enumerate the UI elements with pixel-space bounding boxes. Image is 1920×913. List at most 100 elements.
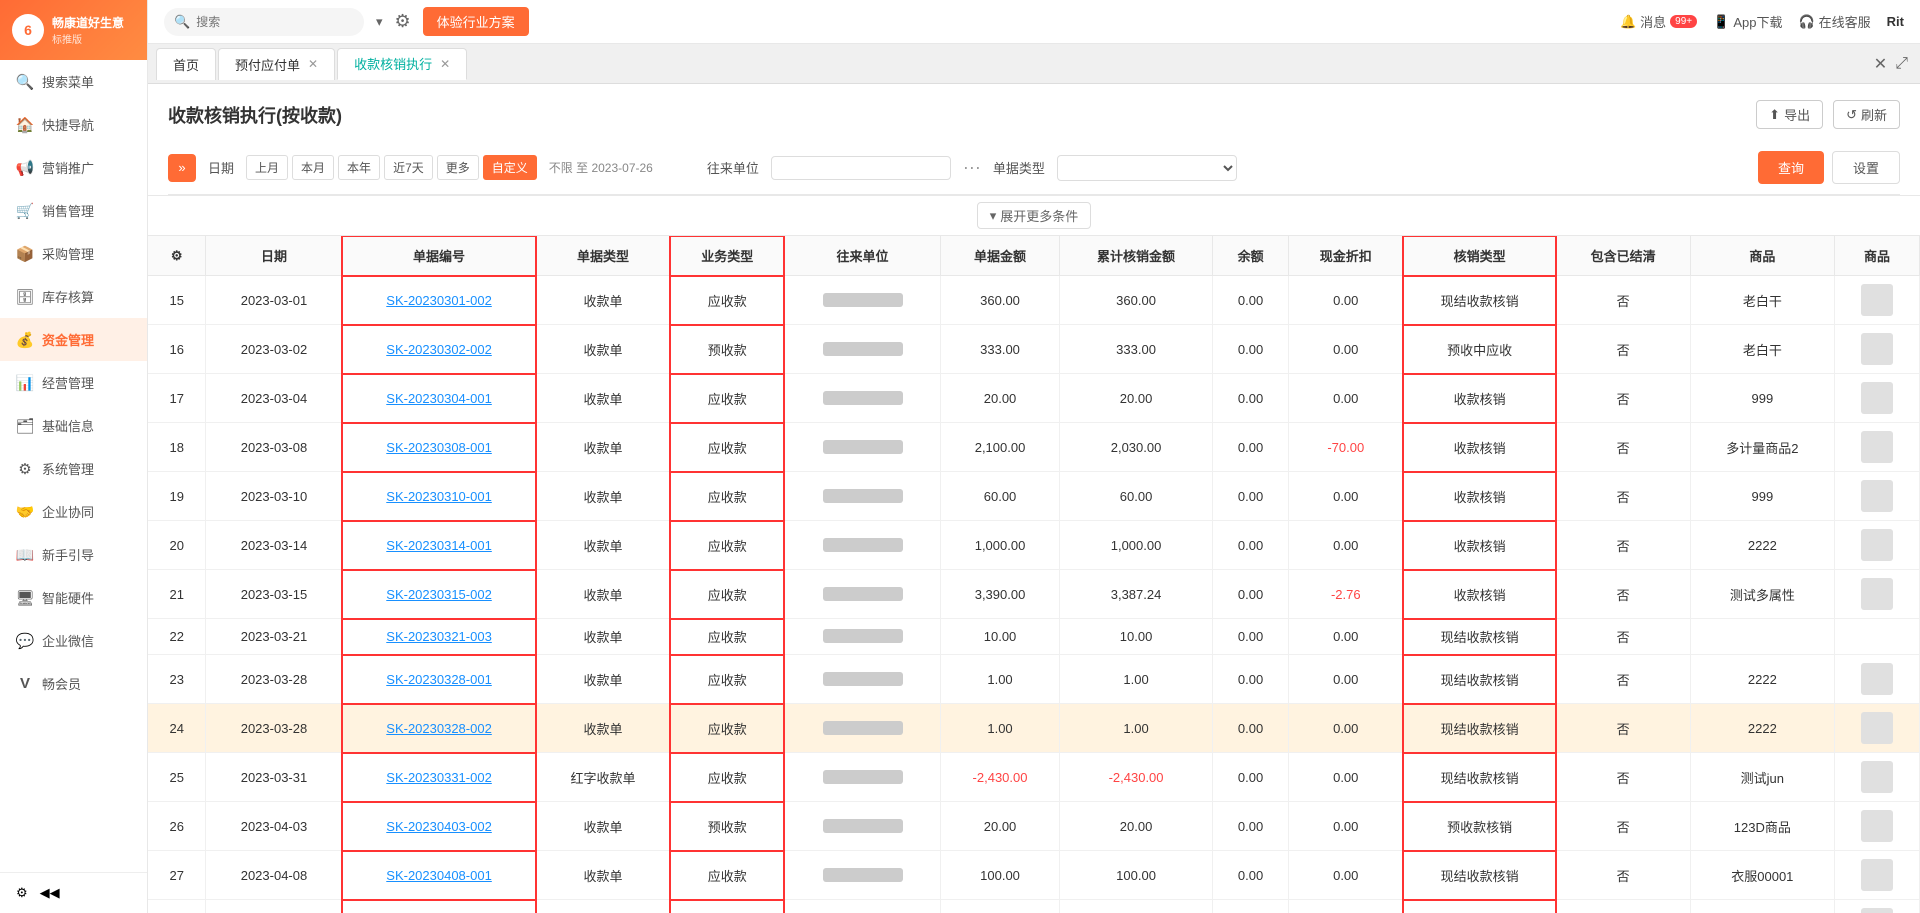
tab-collect[interactable]: 收款核销执行 ✕ bbox=[337, 48, 467, 80]
cell-discount: 0.00 bbox=[1289, 521, 1404, 570]
cell-amount: 3,390.00 bbox=[941, 570, 1060, 619]
hardware-icon: 🖥 bbox=[16, 589, 34, 607]
date-7days[interactable]: 近7天 bbox=[384, 155, 433, 180]
cell-partner bbox=[784, 619, 940, 655]
expand-more-button[interactable]: ▾ 展开更多条件 bbox=[977, 202, 1092, 229]
cell-biz-type: 应收款 bbox=[670, 374, 785, 423]
table-row[interactable]: 26 2023-04-03 SK-20230403-002 收款单 预收款 20… bbox=[148, 802, 1920, 851]
online-service-item[interactable]: 🎧 在线客服 bbox=[1798, 12, 1870, 31]
notification-item[interactable]: 🔔 消息 99+ bbox=[1620, 12, 1697, 31]
table-row[interactable]: 27 2023-04-08 SK-20230408-001 收款单 应收款 10… bbox=[148, 851, 1920, 900]
table-container: ⚙ 日期 单据编号 单据类型 业务类型 往来单位 单据金额 累计核销金额 余额 … bbox=[148, 236, 1920, 913]
tab-close-button[interactable]: ✕ bbox=[1874, 54, 1887, 74]
tab-prepay[interactable]: 预付应付单 ✕ bbox=[218, 48, 335, 80]
table-row[interactable]: 17 2023-03-04 SK-20230304-001 收款单 应收款 20… bbox=[148, 374, 1920, 423]
sidebar-item-marketing[interactable]: 📢 营销推广 bbox=[0, 146, 147, 189]
table-row[interactable]: 19 2023-03-10 SK-20230310-001 收款单 应收款 60… bbox=[148, 472, 1920, 521]
sidebar-item-hardware[interactable]: 🖥 智能硬件 bbox=[0, 576, 147, 619]
cell-doc-type: 收款单 bbox=[536, 374, 670, 423]
table-row[interactable]: 25 2023-03-31 SK-20230331-002 红字收款单 应收款 … bbox=[148, 753, 1920, 802]
cell-accum: 10.00 bbox=[1059, 619, 1212, 655]
sidebar-item-wechat[interactable]: 💬 企业微信 bbox=[0, 619, 147, 662]
cell-biz-type: 应收款 bbox=[670, 423, 785, 472]
cell-amount: 10.00 bbox=[941, 619, 1060, 655]
date-this-month[interactable]: 本月 bbox=[292, 155, 334, 180]
doc-type-select[interactable] bbox=[1057, 155, 1237, 181]
sidebar-item-finance[interactable]: 💰 资金管理 bbox=[0, 318, 147, 361]
cell-balance: 0.00 bbox=[1213, 851, 1289, 900]
cell-product: 衣服00001 bbox=[1690, 851, 1835, 900]
search-input[interactable] bbox=[196, 15, 336, 29]
sidebar-item-base-info[interactable]: 🗂 基础信息 bbox=[0, 404, 147, 447]
user-profile[interactable]: Rit bbox=[1887, 14, 1904, 29]
table-settings-button[interactable]: 设置 bbox=[1832, 151, 1900, 184]
collapse-icon[interactable]: ◀◀ bbox=[40, 885, 60, 901]
cell-partner bbox=[784, 802, 940, 851]
finance-icon: 💰 bbox=[16, 331, 34, 349]
sidebar-item-purchase[interactable]: 📦 采购管理 bbox=[0, 232, 147, 275]
tab-expand-button[interactable]: ⤢ bbox=[1895, 54, 1908, 74]
col-include: 包含已结清 bbox=[1556, 236, 1690, 276]
date-more[interactable]: 更多 bbox=[437, 155, 479, 180]
partner-input[interactable] bbox=[771, 156, 951, 180]
table-row[interactable]: 22 2023-03-21 SK-20230321-003 收款单 应收款 10… bbox=[148, 619, 1920, 655]
sidebar-item-system[interactable]: ⚙ 系统管理 bbox=[0, 447, 147, 490]
notification-label: 消息 bbox=[1640, 12, 1666, 31]
tabbar: 首页 预付应付单 ✕ 收款核销执行 ✕ ✕ ⤢ bbox=[148, 44, 1920, 84]
date-this-year[interactable]: 本年 bbox=[338, 155, 380, 180]
table-row[interactable]: 15 2023-03-01 SK-20230301-002 收款单 应收款 36… bbox=[148, 276, 1920, 325]
table-row[interactable]: 23 2023-03-28 SK-20230328-001 收款单 应收款 1.… bbox=[148, 655, 1920, 704]
system-icon: ⚙ bbox=[16, 460, 34, 478]
sidebar-item-guide[interactable]: 📖 新手引导 bbox=[0, 533, 147, 576]
solution-button[interactable]: 体验行业方案 bbox=[423, 7, 529, 36]
sidebar-item-search[interactable]: 🔍 搜索菜单 bbox=[0, 60, 147, 103]
table-row[interactable]: 16 2023-03-02 SK-20230302-002 收款单 预收款 33… bbox=[148, 325, 1920, 374]
sidebar-item-collab[interactable]: 🤝 企业协同 bbox=[0, 490, 147, 533]
collab-icon: 🤝 bbox=[16, 503, 34, 521]
cell-doc-no: SK-20230304-001 bbox=[342, 374, 536, 423]
cell-partner bbox=[784, 472, 940, 521]
cell-cancel-type: 收款核销 bbox=[1403, 521, 1556, 570]
cell-include: 否 bbox=[1556, 802, 1690, 851]
cell-doc-no: SK-20230310-001 bbox=[342, 472, 536, 521]
table-row[interactable]: 21 2023-03-15 SK-20230315-002 收款单 应收款 3,… bbox=[148, 570, 1920, 619]
col-settings[interactable]: ⚙ bbox=[148, 236, 206, 276]
date-last-month[interactable]: 上月 bbox=[246, 155, 288, 180]
filter-toggle-button[interactable]: » bbox=[168, 154, 196, 182]
export-button[interactable]: ⬆ 导出 bbox=[1756, 100, 1823, 129]
title-actions: ⬆ 导出 ↺ 刷新 bbox=[1756, 100, 1900, 129]
table-row[interactable]: 18 2023-03-08 SK-20230308-001 收款单 应收款 2,… bbox=[148, 423, 1920, 472]
inventory-icon: 🗄 bbox=[16, 288, 34, 306]
topbar-search-box[interactable]: 🔍 bbox=[164, 8, 364, 36]
sidebar-item-sales[interactable]: 🛒 销售管理 bbox=[0, 189, 147, 232]
base-info-icon: 🗂 bbox=[16, 417, 34, 435]
table-row[interactable]: 28 2023-04-18 SK-20230418-001 收款单 应收款 10… bbox=[148, 900, 1920, 913]
sidebar-item-quick-nav[interactable]: 🏠 快捷导航 bbox=[0, 103, 147, 146]
col-amount: 单据金额 bbox=[941, 236, 1060, 276]
date-buttons: 上月 本月 本年 近7天 更多 自定义 bbox=[246, 155, 537, 180]
sidebar-item-inventory[interactable]: 🗄 库存核算 bbox=[0, 275, 147, 318]
guide-icon: 📖 bbox=[16, 546, 34, 564]
expand-more-bar: ▾ 展开更多条件 bbox=[148, 196, 1920, 236]
gear-icon[interactable]: ⚙ bbox=[395, 11, 411, 32]
app-download-item[interactable]: 📱 App下载 bbox=[1713, 12, 1782, 31]
cell-partner bbox=[784, 704, 940, 753]
refresh-button[interactable]: ↺ 刷新 bbox=[1833, 100, 1900, 129]
sidebar-item-member[interactable]: V 畅会员 bbox=[0, 662, 147, 705]
col-doc-no: 单据编号 bbox=[342, 236, 536, 276]
col-product-img: 商品 bbox=[1835, 236, 1920, 276]
query-button[interactable]: 查询 bbox=[1758, 151, 1824, 184]
cell-include: 否 bbox=[1556, 472, 1690, 521]
tab-collect-close[interactable]: ✕ bbox=[440, 57, 450, 71]
cell-accum: 1,000.00 bbox=[1059, 521, 1212, 570]
settings-icon[interactable]: ⚙ bbox=[16, 885, 28, 901]
tab-prepay-close[interactable]: ✕ bbox=[308, 57, 318, 71]
table-row[interactable]: 24 2023-03-28 SK-20230328-002 收款单 应收款 1.… bbox=[148, 704, 1920, 753]
table-row[interactable]: 20 2023-03-14 SK-20230314-001 收款单 应收款 1,… bbox=[148, 521, 1920, 570]
tab-home[interactable]: 首页 bbox=[156, 48, 216, 80]
dropdown-arrow-icon[interactable]: ▾ bbox=[376, 14, 383, 30]
cell-doc-no: SK-20230328-002 bbox=[342, 704, 536, 753]
more-filters-dots[interactable]: ··· bbox=[963, 157, 981, 178]
sidebar-item-operation[interactable]: 📊 经营管理 bbox=[0, 361, 147, 404]
date-custom[interactable]: 自定义 bbox=[483, 155, 537, 180]
